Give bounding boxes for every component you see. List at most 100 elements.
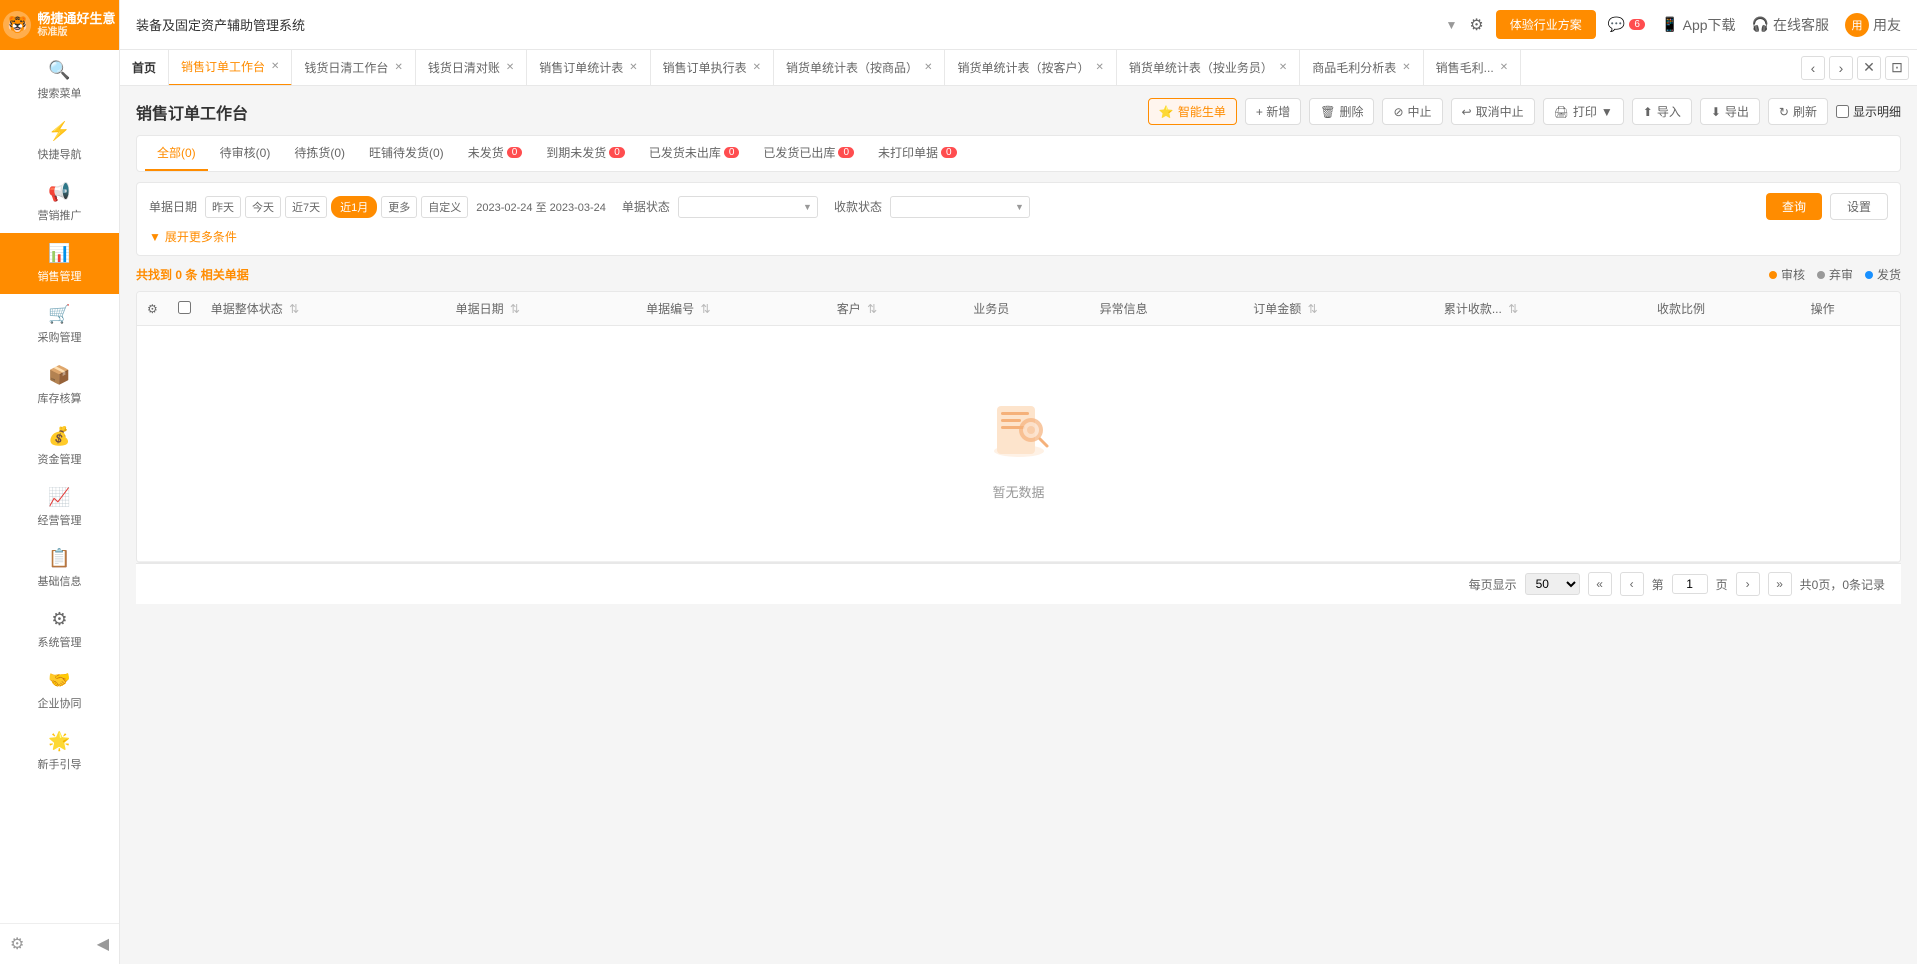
export-button[interactable]: ⬇ 导出: [1700, 98, 1760, 125]
page-header: 销售订单工作台 ⭐ 智能生单 + 新增 🗑 删除 ⊘ 中止 ↩ 取消中止: [136, 98, 1901, 125]
sort-icon[interactable]: ⇅: [289, 302, 299, 316]
import-button[interactable]: ⬆ 导入: [1632, 98, 1692, 125]
sidebar-item-sales[interactable]: 📊 销售管理: [0, 233, 119, 294]
stop-button[interactable]: ⊘ 中止: [1382, 98, 1442, 125]
date-btn-7days[interactable]: 近7天: [285, 196, 327, 218]
tab-sales-stats-staff[interactable]: 销货单统计表（按业务员） ✕: [1117, 50, 1300, 86]
print-button[interactable]: 🖨 打印 ▼: [1543, 98, 1624, 125]
industry-solution-button[interactable]: 体验行业方案: [1496, 10, 1596, 39]
add-button[interactable]: + 新增: [1245, 98, 1301, 125]
sidebar-item-purchase[interactable]: 🛒 采购管理: [0, 294, 119, 355]
sidebar-item-operation[interactable]: 📈 经营管理: [0, 477, 119, 538]
sort-icon[interactable]: ⇅: [867, 302, 877, 316]
tab-close-icon[interactable]: ✕: [1402, 62, 1410, 73]
sidebar-item-inventory[interactable]: 📦 库存核算: [0, 355, 119, 416]
tab-sales-margin[interactable]: 销售毛利... ✕: [1424, 50, 1521, 86]
ship-dot-icon: [1865, 271, 1873, 279]
tab-sales-stats-customer[interactable]: 销货单统计表（按客户） ✕: [945, 50, 1116, 86]
page-size-select[interactable]: 50 10 20 100: [1525, 573, 1580, 595]
page-next-button[interactable]: ›: [1736, 572, 1760, 596]
payment-select[interactable]: [890, 196, 1030, 218]
settings-icon[interactable]: ⚙: [1469, 15, 1483, 35]
tabs-next-button[interactable]: ›: [1829, 56, 1853, 80]
sidebar-item-marketing[interactable]: 📢 营销推广: [0, 172, 119, 233]
tab-close-icon[interactable]: ✕: [753, 62, 761, 73]
tab-sales-stats-product[interactable]: 销货单统计表（按商品） ✕: [774, 50, 945, 86]
status-select[interactable]: [678, 196, 818, 218]
tab-close-icon[interactable]: ✕: [629, 62, 637, 73]
sidebar-menu: 🔍 搜索菜单 ⚡ 快捷导航 📢 营销推广 📊 销售管理 🛒 采购管理 📦 库存核…: [0, 50, 119, 923]
filter-tab-overdue-not-shipped[interactable]: 到期未发货 0: [534, 136, 637, 171]
filter-tab-all[interactable]: 全部(0): [145, 136, 208, 171]
sidebar-item-finance[interactable]: 💰 资金管理: [0, 416, 119, 477]
tab-cash-daily-workbench[interactable]: 钱货日清工作台 ✕: [292, 50, 415, 86]
page-prev-button[interactable]: ‹: [1620, 572, 1644, 596]
settings-button[interactable]: 设置: [1830, 193, 1888, 220]
tab-sales-order-exec[interactable]: 销售订单执行表 ✕: [651, 50, 774, 86]
print-dropdown-icon: ▼: [1601, 105, 1613, 119]
online-service-button[interactable]: 🎧 在线客服: [1752, 15, 1829, 35]
sidebar-item-label: 系统管理: [38, 634, 82, 650]
tab-home[interactable]: 首页: [120, 50, 169, 86]
filter-tab-not-printed[interactable]: 未打印单据 0: [866, 136, 969, 171]
tab-close-icon[interactable]: ✕: [1095, 62, 1103, 73]
cancel-audit-action-button[interactable]: 弃审: [1817, 266, 1853, 283]
date-btn-yesterday[interactable]: 昨天: [205, 196, 241, 218]
show-detail-label[interactable]: 显示明细: [1836, 103, 1901, 120]
sidebar-item-guide[interactable]: 🌟 新手引导: [0, 721, 119, 782]
expand-conditions-button[interactable]: ▼ 展开更多条件: [149, 228, 1888, 245]
page-last-button[interactable]: »: [1768, 572, 1792, 596]
sort-icon[interactable]: ⇅: [1308, 302, 1318, 316]
audit-action-button[interactable]: 审核: [1769, 266, 1805, 283]
smart-generate-button[interactable]: ⭐ 智能生单: [1148, 98, 1237, 125]
tab-cash-daily-reconcile[interactable]: 钱货日清对账 ✕: [416, 50, 527, 86]
date-btn-1month[interactable]: 近1月: [331, 196, 377, 218]
cancel-stop-button[interactable]: ↩ 取消中止: [1451, 98, 1535, 125]
sidebar-item-quick-nav[interactable]: ⚡ 快捷导航: [0, 111, 119, 172]
filter-tab-shipped-out[interactable]: 已发货已出库 0: [751, 136, 866, 171]
ship-action-button[interactable]: 发货: [1865, 266, 1901, 283]
date-btn-more[interactable]: 更多: [381, 196, 417, 218]
sort-icon[interactable]: ⇅: [701, 302, 711, 316]
sidebar-item-search[interactable]: 🔍 搜索菜单: [0, 50, 119, 111]
tab-close-icon[interactable]: ✕: [506, 62, 514, 73]
tab-product-margin[interactable]: 商品毛利分析表 ✕: [1300, 50, 1423, 86]
tabs-expand-button[interactable]: ⊡: [1885, 56, 1909, 80]
filter-tab-pending-audit[interactable]: 待审核(0): [208, 136, 283, 171]
sort-icon[interactable]: ⇅: [1508, 302, 1518, 316]
tab-close-icon[interactable]: ✕: [924, 62, 932, 73]
cancel-dot-icon: [1817, 271, 1825, 279]
tab-close-icon[interactable]: ✕: [1279, 62, 1287, 73]
tab-close-icon[interactable]: ✕: [271, 61, 279, 72]
tab-close-icon[interactable]: ✕: [1500, 62, 1508, 73]
tabs-close-all-button[interactable]: ✕: [1857, 56, 1881, 80]
delete-button[interactable]: 🗑 删除: [1309, 98, 1374, 125]
filter-tab-not-shipped[interactable]: 未发货 0: [456, 136, 535, 171]
app-download-button[interactable]: 📱 App下载: [1661, 15, 1735, 35]
query-button[interactable]: 查询: [1766, 193, 1822, 220]
filter-tab-pending-pick[interactable]: 待拣货(0): [282, 136, 357, 171]
dropdown-arrow-icon[interactable]: ▼: [1446, 18, 1458, 32]
sort-icon[interactable]: ⇅: [510, 302, 520, 316]
tabs-prev-button[interactable]: ‹: [1801, 56, 1825, 80]
tab-close-icon[interactable]: ✕: [394, 62, 402, 73]
date-btn-custom[interactable]: 自定义: [421, 196, 468, 218]
message-button[interactable]: 💬 6: [1608, 16, 1645, 33]
page-first-button[interactable]: «: [1588, 572, 1612, 596]
filter-tab-wangpu-pending-ship[interactable]: 旺铺待发货(0): [357, 136, 456, 171]
page-number-input[interactable]: [1672, 574, 1708, 594]
user-menu-button[interactable]: 用 用友: [1845, 13, 1901, 37]
settings-icon[interactable]: ⚙: [147, 302, 158, 316]
sidebar-settings-button[interactable]: ⚙: [10, 934, 24, 954]
filter-tab-shipped-not-out[interactable]: 已发货未出库 0: [637, 136, 752, 171]
sidebar-item-enterprise[interactable]: 🤝 企业协同: [0, 660, 119, 721]
select-all-checkbox[interactable]: [178, 301, 191, 314]
tab-sales-order-workbench[interactable]: 销售订单工作台 ✕: [169, 50, 292, 86]
refresh-button[interactable]: ↻ 刷新: [1768, 98, 1828, 125]
date-btn-today[interactable]: 今天: [245, 196, 281, 218]
sidebar-item-system[interactable]: ⚙ 系统管理: [0, 599, 119, 660]
sidebar-item-basic-info[interactable]: 📋 基础信息: [0, 538, 119, 599]
show-detail-checkbox[interactable]: [1836, 105, 1849, 118]
tab-sales-order-stats[interactable]: 销售订单统计表 ✕: [527, 50, 650, 86]
sidebar-collapse-button[interactable]: ◀: [97, 934, 109, 954]
